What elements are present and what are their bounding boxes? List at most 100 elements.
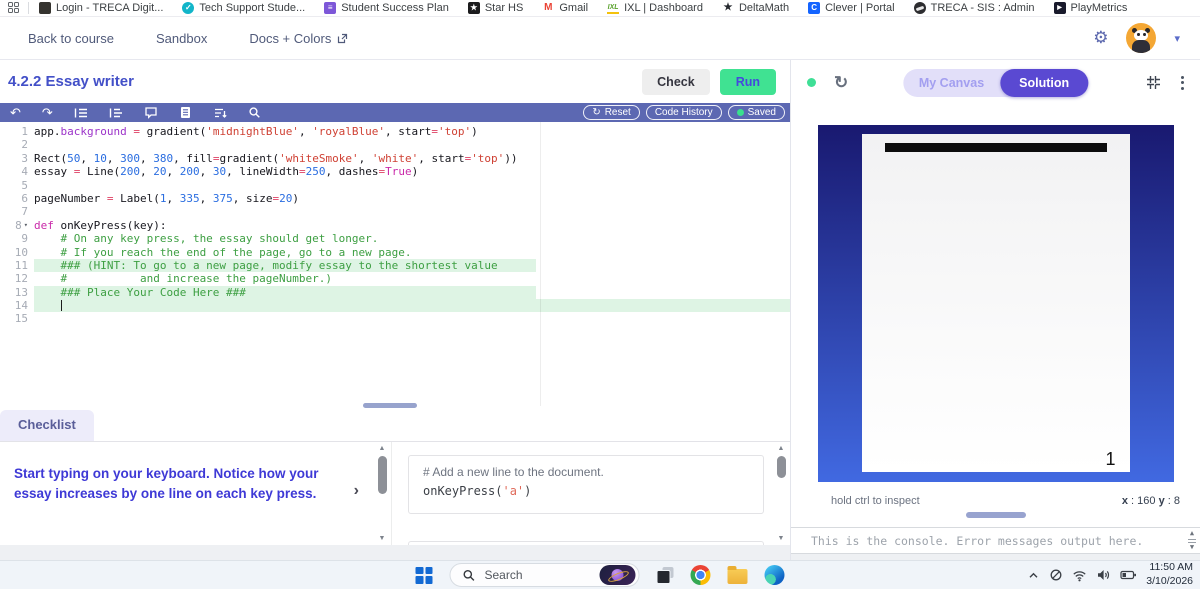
account-dropdown-icon[interactable]: ▾ <box>1174 32 1180 45</box>
battery-icon[interactable] <box>1120 568 1137 582</box>
line-number: 12 <box>14 272 28 286</box>
code-line[interactable]: 8 ▾ def onKeyPress(key): <box>0 219 790 232</box>
code-line[interactable]: 15 <box>0 312 790 325</box>
apps-grid-icon[interactable] <box>8 2 20 14</box>
time: 11:50 AM <box>1149 561 1193 574</box>
code-text: # If you reach the end of the page, go t… <box>34 245 412 259</box>
bookmark-treca-login[interactable]: Login - TRECA Digit... <box>39 2 163 14</box>
panda-eye-icon <box>1143 33 1146 36</box>
code-history-button[interactable]: Code History <box>645 105 722 120</box>
redo-icon[interactable]: ↷ <box>42 106 53 119</box>
file-explorer-icon[interactable] <box>727 565 748 584</box>
hint-card[interactable]: # Add a new line to the document. onKeyP… <box>408 455 764 514</box>
checklist-item[interactable]: Start typing on your keyboard. Notice ho… <box>14 464 344 503</box>
app-canvas[interactable]: 1 <box>817 125 1174 482</box>
bookmark-playmetrics[interactable]: ▶ PlayMetrics <box>1053 2 1127 14</box>
undo-icon[interactable]: ↶ <box>10 106 21 119</box>
edge-icon[interactable] <box>764 565 785 585</box>
bookmark-star-hs[interactable]: ★ Star HS <box>467 2 523 14</box>
code-line[interactable]: 4 essay = Line(200, 20, 200, 30, lineWidt… <box>0 165 790 178</box>
code-text: # On any key press, the essay should get… <box>34 232 379 246</box>
hint-scrollbar[interactable]: ▲ ▼ <box>775 445 787 542</box>
saved-indicator[interactable]: Saved <box>727 105 785 120</box>
start-button[interactable] <box>415 566 433 584</box>
hint-code-prefix: onKeyPress( <box>423 484 503 498</box>
code-line[interactable]: 3 Rect(50, 10, 300, 380, fill=gradient('w… <box>0 152 790 165</box>
format-document-icon[interactable] <box>179 106 192 119</box>
right-pane: ↻ My Canvas Solution 1 hold ctrl to insp… <box>790 60 1200 560</box>
bookmark-gmail[interactable]: M Gmail <box>542 2 588 14</box>
saved-dot-icon <box>736 109 744 116</box>
bookmark-tech-support[interactable]: ✓ Tech Support Stude... <box>182 2 305 14</box>
search-input[interactable]: Search <box>449 563 640 587</box>
code-line[interactable]: 10 # If you reach the end of the page, g… <box>0 246 790 259</box>
bookmark-ixl[interactable]: IXL IXL | Dashboard <box>607 2 703 14</box>
bookmark-deltamath[interactable]: ★ DeltaMath <box>721 2 789 14</box>
canvas-horizontal-scrollbar[interactable] <box>966 512 1026 518</box>
code-line[interactable]: 12 # and increase the pageNumber.) <box>0 272 790 285</box>
code-editor[interactable]: 1 app.background = gradient('midnightBlue… <box>0 122 790 410</box>
back-to-course-link[interactable]: Back to course <box>28 31 114 46</box>
fold-arrow-icon[interactable]: ▾ <box>24 219 28 232</box>
tray-blocked-icon[interactable] <box>1049 568 1063 582</box>
indent-more-icon[interactable] <box>74 107 88 119</box>
hint-card-partial[interactable] <box>408 541 764 545</box>
tab-checklist[interactable]: Checklist <box>0 410 94 441</box>
search-icon[interactable] <box>248 106 261 119</box>
check-button[interactable]: Check <box>642 68 710 95</box>
console-output[interactable]: This is the console. Error messages outp… <box>791 527 1200 554</box>
speaker-icon[interactable] <box>1096 568 1111 582</box>
scroll-up-icon[interactable]: ▲ <box>1190 530 1194 537</box>
line-number: 4 <box>21 165 28 179</box>
code-line[interactable]: 2 <box>0 138 790 151</box>
editor-toolbar: ↶ ↷ ↻ Reset Code History Saved <box>0 103 790 122</box>
chrome-icon[interactable] <box>690 565 711 585</box>
code-line[interactable]: 11 ### (HINT: To go to a new page, modif… <box>0 258 790 273</box>
kebab-menu-icon[interactable] <box>1179 74 1186 92</box>
run-button[interactable]: Run <box>719 68 776 95</box>
code-line[interactable]: 13 ### Place Your Code Here ### <box>0 285 790 300</box>
code-line[interactable]: 6 pageNumber = Label(1, 335, 375, size=20… <box>0 192 790 205</box>
chevron-right-icon[interactable]: › <box>354 482 359 500</box>
sandbox-link[interactable]: Sandbox <box>156 31 207 46</box>
scroll-down-icon[interactable]: ▼ <box>1190 544 1194 551</box>
scroll-up-icon[interactable]: ▲ <box>778 445 785 452</box>
tab-solution[interactable]: Solution <box>1000 68 1089 97</box>
line-number: 2 <box>21 138 28 152</box>
code-line[interactable]: 7 <box>0 205 790 218</box>
tab-my-canvas[interactable]: My Canvas <box>903 76 1000 90</box>
scroll-up-icon[interactable]: ▲ <box>379 445 386 452</box>
console-scrollbar[interactable]: ▲ ▼ <box>1188 529 1196 552</box>
canvas-toggle: My Canvas Solution <box>902 68 1089 97</box>
grid-toggle-icon[interactable] <box>1145 74 1162 91</box>
refresh-icon[interactable]: ↻ <box>834 73 848 93</box>
avatar[interactable] <box>1126 23 1157 53</box>
scroll-down-icon[interactable]: ▼ <box>379 535 386 542</box>
task-view-button[interactable] <box>656 566 674 584</box>
code-line[interactable]: 5 <box>0 179 790 192</box>
code-line[interactable]: 1 app.background = gradient('midnightBlue… <box>0 125 790 138</box>
line-number: 8 ▾ <box>15 218 28 232</box>
docs-colors-link[interactable]: Docs + Colors <box>249 31 348 46</box>
bookmark-student-success[interactable]: ≡ Student Success Plan <box>324 2 449 14</box>
editor-horizontal-scrollbar[interactable] <box>363 403 417 408</box>
code-line[interactable]: 9 # On any key press, the essay should g… <box>0 232 790 245</box>
canvas-header: ↻ My Canvas Solution <box>791 60 1200 105</box>
scroll-down-icon[interactable]: ▼ <box>778 535 785 542</box>
bookmark-clever[interactable]: C Clever | Portal <box>808 2 895 14</box>
comment-icon[interactable] <box>144 106 158 119</box>
scrollbar-thumb[interactable] <box>377 456 387 494</box>
checklist-scrollbar[interactable]: ▲ ▼ <box>376 445 388 542</box>
taskbar-clock[interactable]: 11:50 AM 3/10/2026 <box>1146 561 1193 588</box>
bookmark-label: TRECA - SIS : Admin <box>930 2 1035 14</box>
indent-less-icon[interactable] <box>109 107 123 119</box>
reset-button[interactable]: ↻ Reset <box>583 105 640 120</box>
code-line[interactable]: 14 <box>0 299 790 313</box>
bookmark-label: Clever | Portal <box>825 2 895 14</box>
wifi-icon[interactable] <box>1072 569 1087 582</box>
bookmark-treca-sis[interactable]: TRECA - SIS : Admin <box>913 2 1035 14</box>
gear-icon[interactable]: ⚙ <box>1093 28 1108 48</box>
sort-lines-icon[interactable] <box>213 107 227 119</box>
scrollbar-thumb[interactable] <box>776 456 786 478</box>
tray-chevron-up-icon[interactable] <box>1027 569 1040 582</box>
